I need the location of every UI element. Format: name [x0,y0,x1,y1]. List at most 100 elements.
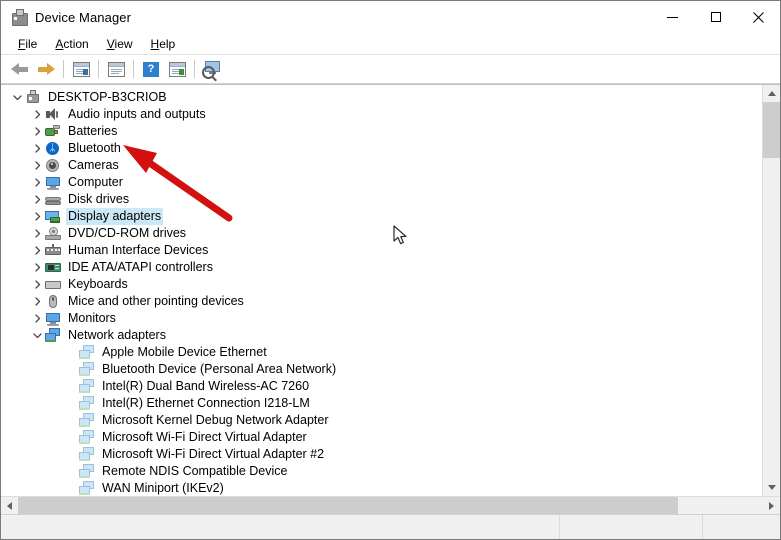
tree-item-label: Keyboards [68,277,128,291]
content-area: DESKTOP-B3CRIOB Audio inputs and outputs B… [1,84,780,496]
menu-view[interactable]: View [98,35,142,53]
show-hide-console-tree-icon [107,61,125,77]
update-driver-icon [168,61,186,77]
tree-item-category[interactable]: Computer [1,174,762,191]
chevron-right-icon [35,161,41,170]
tree-item-category[interactable]: Disk drives [1,191,762,208]
back-icon [11,62,29,76]
tree-item-device[interactable]: Intel(R) Ethernet Connection I218-LM [1,395,762,412]
expand-toggle[interactable] [11,89,24,106]
tree-item-category[interactable]: IDE ATA/ATAPI controllers [1,259,762,276]
expand-toggle[interactable] [31,157,44,174]
menu-file[interactable]: File [9,35,46,53]
tree-item-device[interactable]: Bluetooth Device (Personal Area Network) [1,361,762,378]
expand-toggle[interactable] [31,259,44,276]
menu-help[interactable]: Help [142,35,185,53]
tree-item-category[interactable]: Batteries [1,123,762,140]
horizontal-scrollbar[interactable] [1,496,780,514]
expand-toggle[interactable] [31,191,44,208]
ide-controller-icon [44,259,62,276]
help-button[interactable]: ? [138,57,164,81]
tree-item-device[interactable]: Microsoft Kernel Debug Network Adapter [1,412,762,429]
expand-toggle[interactable] [31,140,44,157]
maximize-button[interactable] [694,1,737,33]
tree-item-category[interactable]: Cameras [1,157,762,174]
bluetooth-icon: ᛦ [44,140,62,157]
scroll-right-button[interactable] [763,497,780,514]
expand-toggle [65,429,78,446]
tree-item-category[interactable]: DVD/CD-ROM drives [1,225,762,242]
back-button[interactable] [7,57,33,81]
horizontal-scroll-thumb[interactable] [18,497,678,514]
tree-item-category[interactable]: Human Interface Devices [1,242,762,259]
vertical-scroll-track[interactable] [763,102,780,479]
chevron-right-icon [35,246,41,255]
expand-toggle[interactable] [31,106,44,123]
expand-toggle[interactable] [31,208,44,225]
vertical-scrollbar[interactable] [762,85,780,496]
properties-button[interactable] [68,57,94,81]
tree-item-label: Microsoft Kernel Debug Network Adapter [102,413,329,427]
tree-item-category[interactable]: DESKTOP-B3CRIOB [1,89,762,106]
forward-button[interactable] [33,57,59,81]
computer-icon [24,89,42,106]
tree-item-device[interactable]: Intel(R) Dual Band Wireless-AC 7260 [1,378,762,395]
show-hide-console-tree-button[interactable] [103,57,129,81]
toolbar: ? [1,55,780,84]
expand-toggle[interactable] [31,123,44,140]
scroll-left-button[interactable] [1,497,18,514]
horizontal-scroll-track[interactable] [18,497,763,514]
chevron-down-icon [13,95,22,101]
menu-action[interactable]: Action [46,35,97,53]
expand-toggle[interactable] [31,276,44,293]
expand-toggle[interactable] [31,310,44,327]
expand-toggle[interactable] [31,225,44,242]
tree-item-label: Microsoft Wi-Fi Direct Virtual Adapter #… [102,447,325,461]
tree-item-category[interactable]: Mice and other pointing devices [1,293,762,310]
tree-item-label: Display adapters [66,208,164,225]
scroll-up-button[interactable] [763,85,780,102]
tree-item-device[interactable]: WAN Miniport (IKEv2) [1,480,762,496]
expand-toggle [65,395,78,412]
device-manager-window: Device Manager File Action View Help ? D… [0,0,781,540]
expand-toggle[interactable] [31,242,44,259]
expand-toggle[interactable] [31,174,44,191]
update-driver-button[interactable] [164,57,190,81]
tree-item-label: Disk drives [68,192,130,206]
device-tree[interactable]: DESKTOP-B3CRIOB Audio inputs and outputs B… [1,85,762,496]
menu-view-rest: iew [114,36,133,51]
tree-item-category[interactable]: Display adapters [1,208,762,225]
expand-toggle[interactable] [31,327,44,344]
close-button[interactable] [737,1,780,33]
chevron-right-icon [35,110,41,119]
properties-icon [72,61,90,77]
tree-item-label: Monitors [68,311,116,325]
tree-item-device[interactable]: Remote NDIS Compatible Device [1,463,762,480]
scan-for-hardware-changes-button[interactable] [199,57,225,81]
help-icon: ? [143,61,159,77]
tree-item-device[interactable]: Microsoft Wi-Fi Direct Virtual Adapter [1,429,762,446]
tree-item-label: DVD/CD-ROM drives [68,226,187,240]
minimize-button[interactable] [651,1,694,33]
monitor-icon [44,310,62,327]
vertical-scroll-thumb[interactable] [763,102,780,158]
menu-action-rest: ction [63,36,89,51]
network-adapter-icon [78,378,96,395]
network-adapter-icon [78,463,96,480]
tree-item-label: IDE ATA/ATAPI controllers [68,260,213,274]
expand-toggle[interactable] [31,293,44,310]
tree-item-device[interactable]: Microsoft Wi-Fi Direct Virtual Adapter #… [1,446,762,463]
menu-help-rest: elp [159,36,176,51]
tree-item-category[interactable]: Network adapters [1,327,762,344]
tree-item-label: Intel(R) Dual Band Wireless-AC 7260 [102,379,310,393]
scroll-down-button[interactable] [763,479,780,496]
tree-item-label: Human Interface Devices [68,243,209,257]
tree-item-category[interactable]: Audio inputs and outputs [1,106,762,123]
expand-toggle [65,412,78,429]
tree-item-category[interactable]: ᛦ Bluetooth [1,140,762,157]
tree-item-category[interactable]: Keyboards [1,276,762,293]
tree-item-label: Computer [68,175,123,189]
network-adapter-icon [78,480,96,496]
tree-item-category[interactable]: Monitors [1,310,762,327]
tree-item-device[interactable]: Apple Mobile Device Ethernet [1,344,762,361]
